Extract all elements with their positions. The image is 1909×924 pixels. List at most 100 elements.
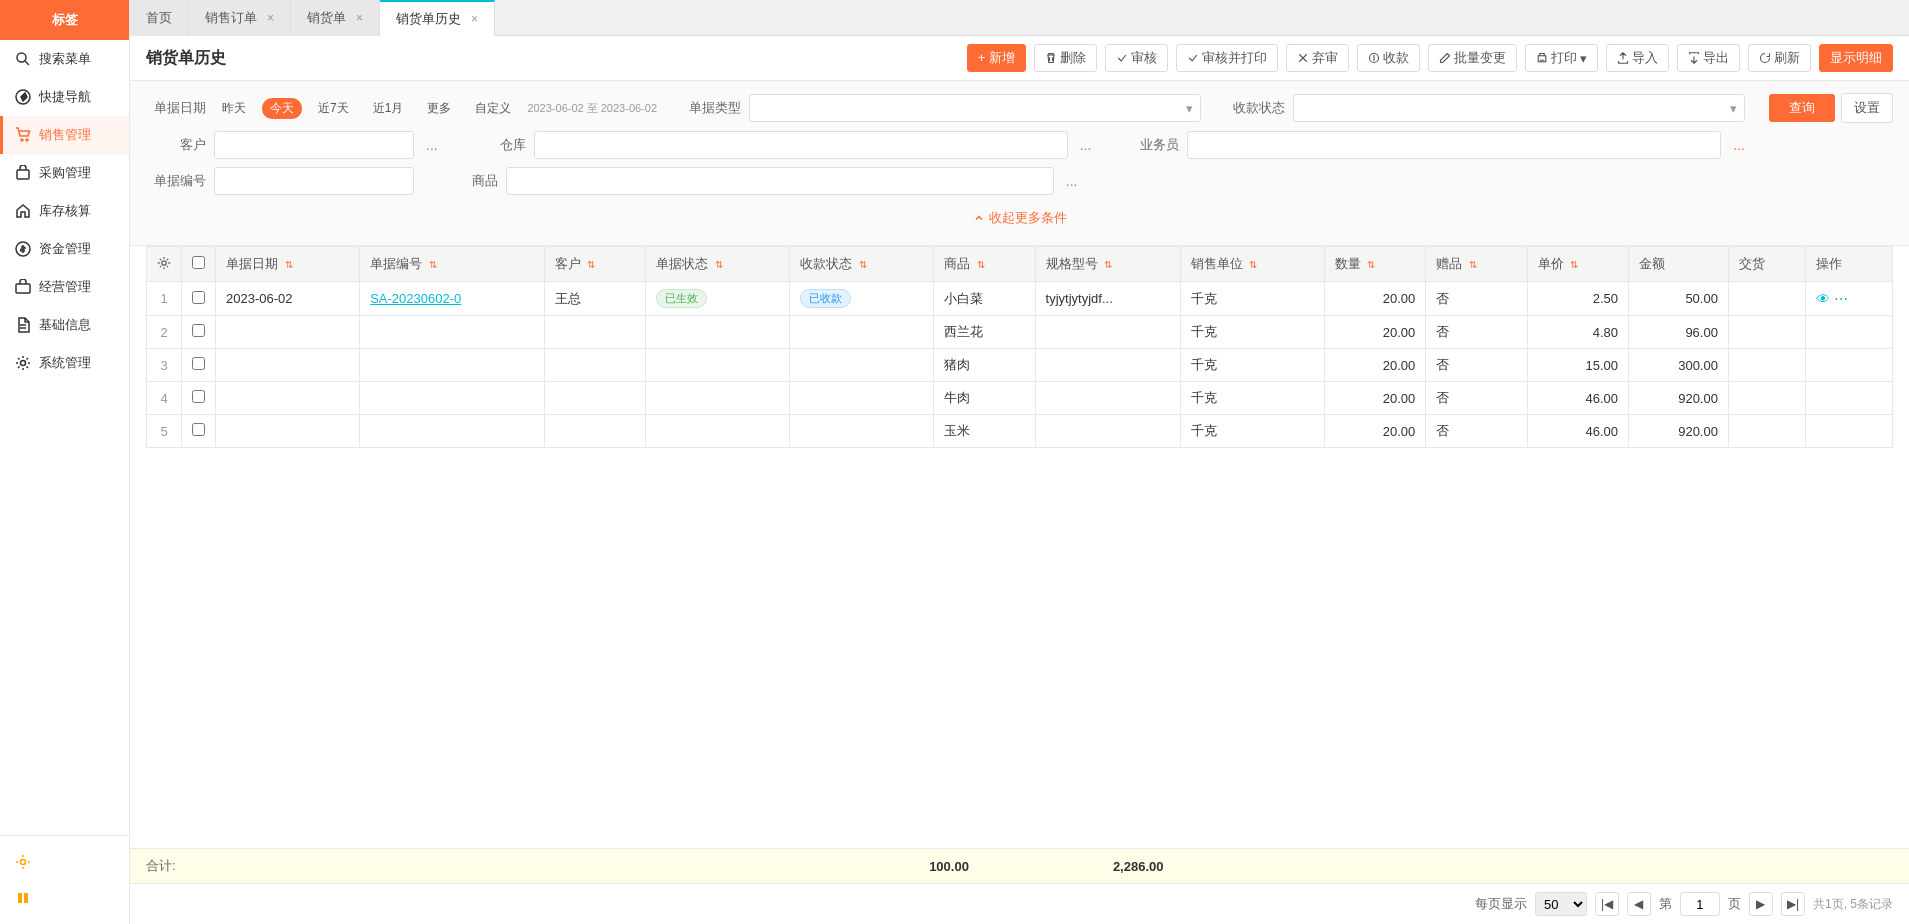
customer-input[interactable] xyxy=(214,131,414,159)
row-doc-no[interactable]: SA-20230602-0 xyxy=(360,282,544,316)
date-option-more[interactable]: 更多 xyxy=(419,98,459,119)
last-page-button[interactable]: ▶| xyxy=(1781,892,1805,916)
row-checkbox[interactable] xyxy=(192,390,205,403)
row-doc-no[interactable] xyxy=(360,382,544,415)
date-option-1month[interactable]: 近1月 xyxy=(365,98,412,119)
print-button[interactable]: 打印 ▾ xyxy=(1525,44,1598,72)
column-quantity[interactable]: 数量 ⇅ xyxy=(1324,247,1425,282)
product-input[interactable] xyxy=(506,167,1054,195)
row-checkbox-cell[interactable] xyxy=(182,282,216,316)
page-size-select[interactable]: 50 100 xyxy=(1535,892,1587,916)
column-doc-date[interactable]: 单据日期 ⇅ xyxy=(216,247,360,282)
column-unit[interactable]: 销售单位 ⇅ xyxy=(1180,247,1324,282)
sidebar-item-purchase-mgmt[interactable]: 采购管理 xyxy=(0,154,129,192)
column-receive-status[interactable]: 收款状态 ⇅ xyxy=(790,247,934,282)
import-button[interactable]: 导入 xyxy=(1606,44,1669,72)
customer-dots-button[interactable]: ... xyxy=(422,137,442,153)
row-action xyxy=(1806,382,1893,415)
tab-sales-history-close[interactable]: × xyxy=(471,12,478,26)
receive-button[interactable]: 收款 xyxy=(1357,44,1420,72)
row-checkbox-cell[interactable] xyxy=(182,349,216,382)
row-checkbox[interactable] xyxy=(192,357,205,370)
column-checkbox[interactable] xyxy=(182,247,216,282)
date-option-7days[interactable]: 近7天 xyxy=(310,98,357,119)
column-spec[interactable]: 规格型号 ⇅ xyxy=(1035,247,1180,282)
export-button[interactable]: 导出 xyxy=(1677,44,1740,72)
date-option-yesterday[interactable]: 昨天 xyxy=(214,98,254,119)
doc-type-select[interactable] xyxy=(749,94,1201,122)
column-doc-status[interactable]: 单据状态 ⇅ xyxy=(645,247,789,282)
pagination-bar: 每页显示 50 100 |◀ ◀ 第 页 ▶ ▶| 共1页, 5条记录 xyxy=(130,883,1909,924)
column-gear[interactable] xyxy=(147,247,182,282)
sidebar-bottom-settings[interactable] xyxy=(0,844,129,880)
collapse-filter-button[interactable]: 收起更多条件 xyxy=(973,203,1067,233)
row-checkbox[interactable] xyxy=(192,324,205,337)
next-page-button[interactable]: ▶ xyxy=(1749,892,1773,916)
date-option-today[interactable]: 今天 xyxy=(262,98,302,119)
audit-button[interactable]: 审核 xyxy=(1105,44,1168,72)
receive-status-select[interactable] xyxy=(1293,94,1745,122)
row-checkbox[interactable] xyxy=(192,291,205,304)
audit-print-button[interactable]: 审核并打印 xyxy=(1176,44,1278,72)
first-page-button[interactable]: |◀ xyxy=(1595,892,1619,916)
date-option-custom[interactable]: 自定义 xyxy=(467,98,519,119)
svg-rect-8 xyxy=(16,284,30,293)
row-unit: 千克 xyxy=(1180,415,1324,448)
salesperson-dots-button[interactable]: ... xyxy=(1729,137,1749,153)
salesperson-input[interactable] xyxy=(1187,131,1721,159)
sidebar-item-quick-nav[interactable]: 快捷导航 xyxy=(0,78,129,116)
row-product: 西兰花 xyxy=(934,316,1035,349)
row-doc-no[interactable] xyxy=(360,349,544,382)
refresh-button[interactable]: 刷新 xyxy=(1748,44,1811,72)
tab-home[interactable]: 首页 xyxy=(130,0,189,36)
batch-change-button[interactable]: 批量变更 xyxy=(1428,44,1517,72)
query-button[interactable]: 查询 xyxy=(1769,94,1835,122)
setting-button[interactable]: 设置 xyxy=(1841,93,1893,123)
sidebar-bottom-pause[interactable] xyxy=(0,880,129,916)
column-unit-price[interactable]: 单价 ⇅ xyxy=(1527,247,1628,282)
sidebar-item-finance-mgmt[interactable]: 资金管理 xyxy=(0,230,129,268)
table-row: 3 猪肉 千克 20.00 否 15.00 300.00 xyxy=(147,349,1893,382)
show-detail-button[interactable]: 显示明细 xyxy=(1819,44,1893,72)
column-doc-no[interactable]: 单据编号 ⇅ xyxy=(360,247,544,282)
tab-sales-history[interactable]: 销货单历史 × xyxy=(380,0,495,36)
column-gift[interactable]: 赠品 ⇅ xyxy=(1426,247,1527,282)
row-spec: tyjytjytyjdf... xyxy=(1035,282,1180,316)
trash-icon xyxy=(1045,52,1057,64)
sidebar-item-ops-mgmt[interactable]: 经营管理 xyxy=(0,268,129,306)
delete-button[interactable]: 删除 xyxy=(1034,44,1097,72)
total-amount: 2,286.00 xyxy=(1113,859,1164,874)
row-checkbox-cell[interactable] xyxy=(182,382,216,415)
row-doc-no[interactable] xyxy=(360,316,544,349)
abandon-button[interactable]: 弃审 xyxy=(1286,44,1349,72)
select-all-checkbox[interactable] xyxy=(192,256,205,269)
tab-sales-delivery-close[interactable]: × xyxy=(356,11,363,25)
sidebar-item-base-info[interactable]: 基础信息 xyxy=(0,306,129,344)
gift-sort-icon: ⇅ xyxy=(1469,259,1477,270)
column-product[interactable]: 商品 ⇅ xyxy=(934,247,1035,282)
column-customer[interactable]: 客户 ⇅ xyxy=(544,247,645,282)
tab-sales-order[interactable]: 销售订单 × xyxy=(189,0,291,36)
prev-page-button[interactable]: ◀ xyxy=(1627,892,1651,916)
column-action: 操作 xyxy=(1806,247,1893,282)
product-dots-button[interactable]: ... xyxy=(1062,173,1082,189)
tab-sales-delivery[interactable]: 销货单 × xyxy=(291,0,380,36)
more-action-button[interactable]: ⋯ xyxy=(1834,291,1848,307)
row-num-cell: 5 xyxy=(147,415,182,448)
row-checkbox-cell[interactable] xyxy=(182,316,216,349)
row-spec xyxy=(1035,382,1180,415)
row-checkbox[interactable] xyxy=(192,423,205,436)
sidebar-item-sales-mgmt[interactable]: 销售管理 xyxy=(0,116,129,154)
warehouse-dots-button[interactable]: ... xyxy=(1076,137,1096,153)
sidebar-item-sys-mgmt[interactable]: 系统管理 xyxy=(0,344,129,382)
add-button[interactable]: + 新增 xyxy=(967,44,1026,72)
view-action-button[interactable]: 👁 xyxy=(1816,291,1830,307)
doc-no-input[interactable] xyxy=(214,167,414,195)
warehouse-input[interactable] xyxy=(534,131,1068,159)
page-number-input[interactable] xyxy=(1680,892,1720,916)
sidebar-item-search-menu[interactable]: 搜索菜单 xyxy=(0,40,129,78)
sidebar-item-inventory[interactable]: 库存核算 xyxy=(0,192,129,230)
tab-sales-order-close[interactable]: × xyxy=(267,11,274,25)
row-checkbox-cell[interactable] xyxy=(182,415,216,448)
row-doc-no[interactable] xyxy=(360,415,544,448)
